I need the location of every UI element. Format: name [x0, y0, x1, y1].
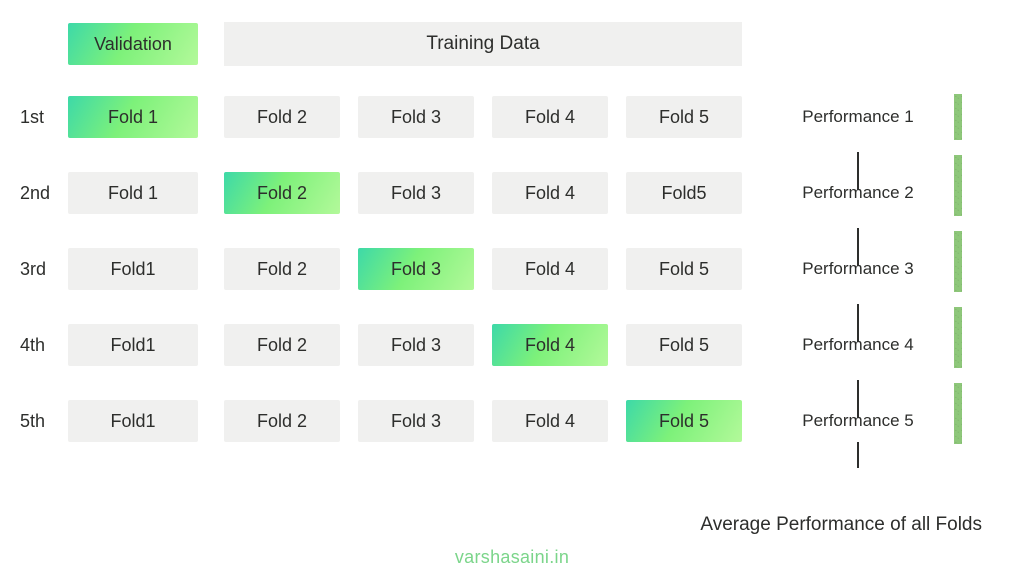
- fold-cell: Fold 3: [358, 324, 474, 366]
- fold-cell: Fold 3: [358, 172, 474, 214]
- iteration-row-1: 1st Fold 1 Fold 2 Fold 3 Fold 4 Fold 5 P…: [18, 94, 1006, 140]
- connector-line: [857, 152, 859, 190]
- iteration-label: 3rd: [18, 259, 68, 280]
- fold-cell: Fold 4: [492, 324, 608, 366]
- connector-line: [857, 380, 859, 418]
- fold-cell: Fold 1: [68, 96, 198, 138]
- fold-cell: Fold 5: [626, 400, 742, 442]
- bracket-segment: [954, 155, 962, 185]
- fold-cell: Fold 5: [626, 324, 742, 366]
- header-row: Validation Training Data: [18, 20, 1006, 68]
- fold-cell: Fold 2: [224, 248, 340, 290]
- credit-text: varshasaini.in: [455, 547, 569, 568]
- fold-cell: Fold 5: [626, 248, 742, 290]
- bracket-segment: [954, 307, 962, 337]
- bracket-segment: [954, 231, 962, 261]
- connector-line: [857, 442, 859, 468]
- fold-cell: Fold 3: [358, 248, 474, 290]
- fold-cell: Fold1: [68, 324, 198, 366]
- fold-cell: Fold 2: [224, 400, 340, 442]
- connector-line: [857, 304, 859, 342]
- fold-cell: Fold 4: [492, 400, 608, 442]
- bracket-segment: [954, 383, 962, 413]
- iteration-label: 1st: [18, 107, 68, 128]
- fold-cell: Fold1: [68, 248, 198, 290]
- fold-cell: Fold 4: [492, 172, 608, 214]
- iteration-label: 2nd: [18, 183, 68, 204]
- fold-cell: Fold 2: [224, 96, 340, 138]
- iteration-label: 4th: [18, 335, 68, 356]
- performance-label: Performance 1: [778, 107, 938, 127]
- fold-cell: Fold 5: [626, 96, 742, 138]
- bracket-segment: [954, 94, 962, 140]
- fold-cell: Fold 3: [358, 400, 474, 442]
- fold-cell: Fold 2: [224, 172, 340, 214]
- legend-validation: Validation: [68, 23, 198, 65]
- fold-cell: Fold1: [68, 400, 198, 442]
- connector-line: [857, 228, 859, 266]
- fold-cell: Fold 3: [358, 96, 474, 138]
- iteration-label: 5th: [18, 411, 68, 432]
- fold-cell: Fold 4: [492, 96, 608, 138]
- fold-cell: Fold 1: [68, 172, 198, 214]
- fold-cell: Fold 4: [492, 248, 608, 290]
- summary-text: Average Performance of all Folds: [700, 514, 982, 536]
- fold-cell: Fold 2: [224, 324, 340, 366]
- legend-training: Training Data: [224, 22, 742, 66]
- fold-cell: Fold5: [626, 172, 742, 214]
